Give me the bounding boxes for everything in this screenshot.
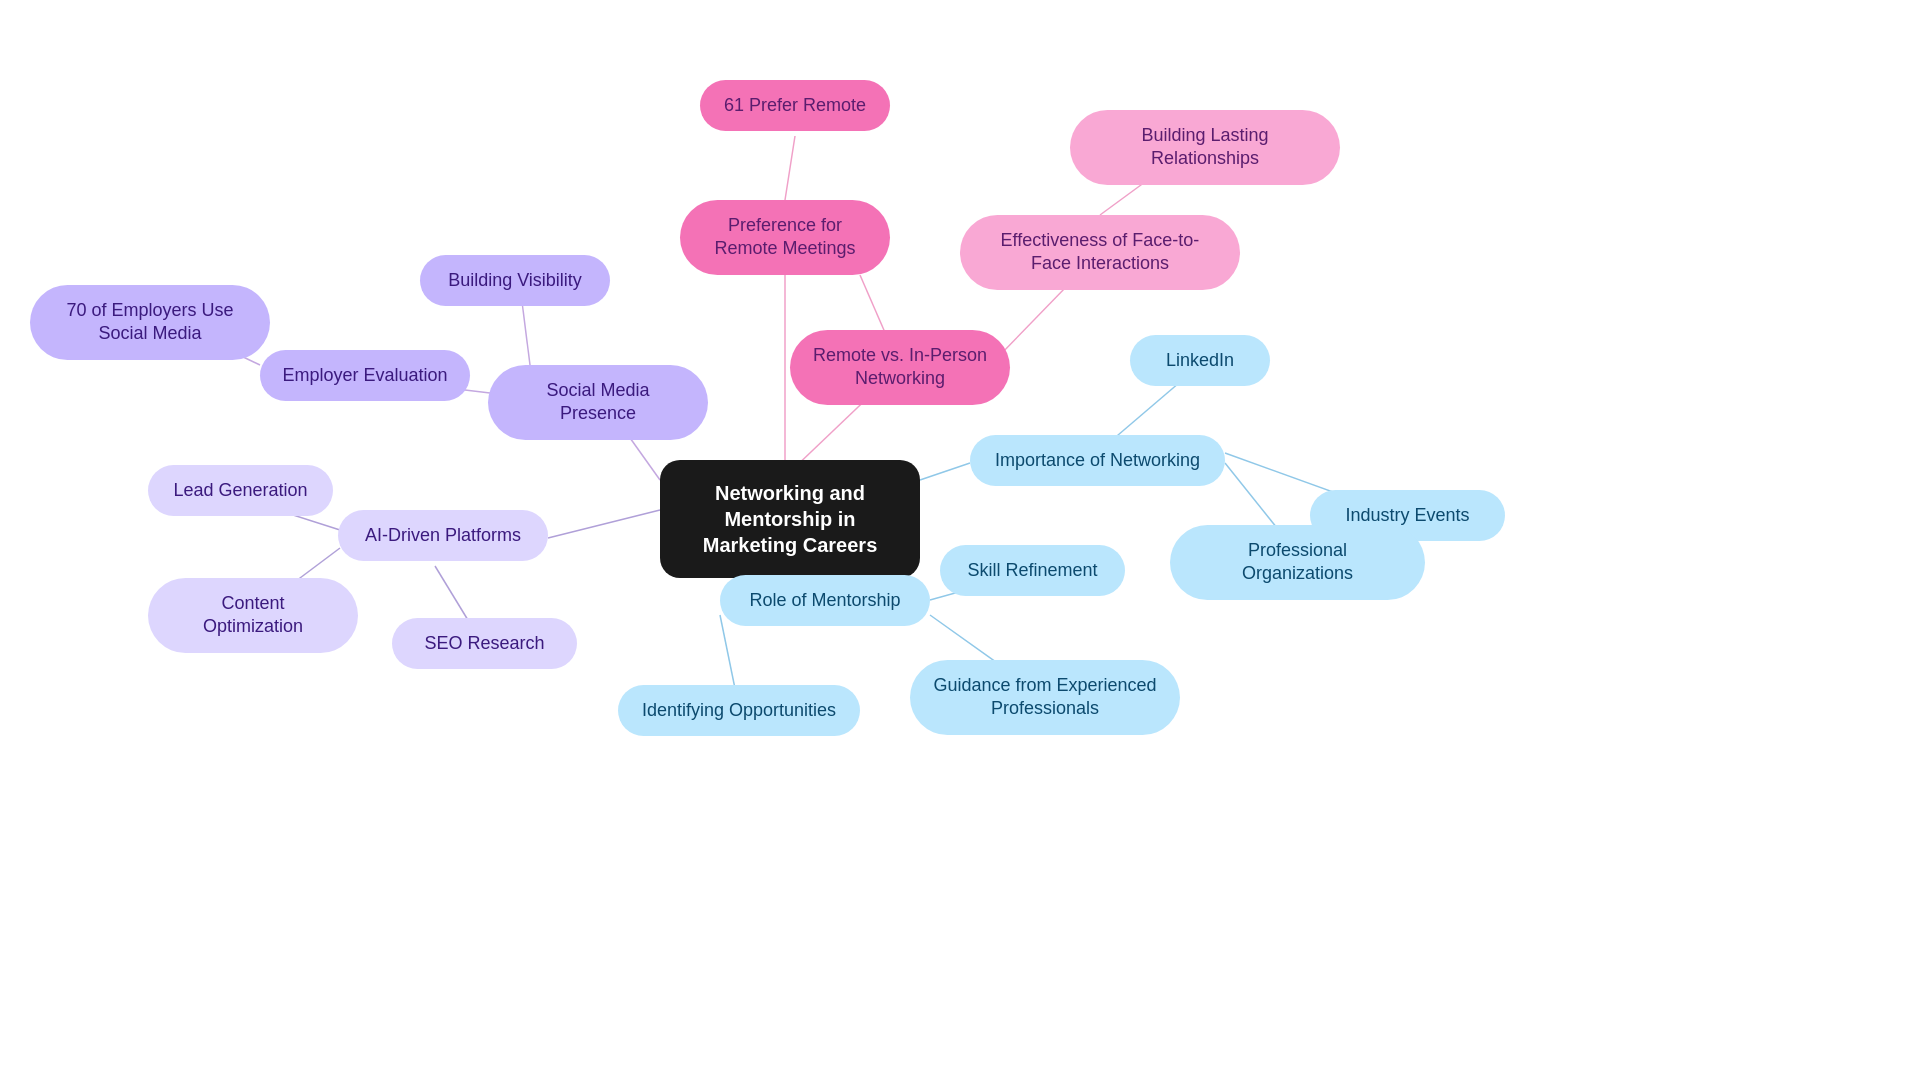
node-linkedin: LinkedIn <box>1130 335 1270 386</box>
node-guidance-professionals: Guidance from Experienced Professionals <box>910 660 1180 735</box>
node-effectiveness-face: Effectiveness of Face-to-Face Interactio… <box>960 215 1240 290</box>
node-identifying-opportunities: Identifying Opportunities <box>618 685 860 736</box>
node-social-media-presence: Social Media Presence <box>488 365 708 440</box>
node-ai-driven-platforms: AI-Driven Platforms <box>338 510 548 561</box>
svg-line-10 <box>548 510 660 538</box>
svg-line-2 <box>785 136 795 200</box>
node-content-optimization: Content Optimization <box>148 578 358 653</box>
node-seo-research: SEO Research <box>392 618 577 669</box>
node-building-visibility: Building Visibility <box>420 255 610 306</box>
node-role-mentorship: Role of Mentorship <box>720 575 930 626</box>
node-employer-evaluation: Employer Evaluation <box>260 350 470 401</box>
node-prefer-remote: 61 Prefer Remote <box>700 80 890 131</box>
center-node: Networking and Mentorship in Marketing C… <box>660 460 920 578</box>
svg-line-14 <box>920 463 970 480</box>
node-importance-networking: Importance of Networking <box>970 435 1225 486</box>
node-remote-vs-inperson: Remote vs. In-Person Networking <box>790 330 1010 405</box>
node-preference-remote-meetings: Preference for Remote Meetings <box>680 200 890 275</box>
node-lead-generation: Lead Generation <box>148 465 333 516</box>
node-building-lasting: Building Lasting Relationships <box>1070 110 1340 185</box>
node-skill-refinement: Skill Refinement <box>940 545 1125 596</box>
node-professional-organizations: Professional Organizations <box>1170 525 1425 600</box>
node-employers-social-media: 70 of Employers Use Social Media <box>30 285 270 360</box>
